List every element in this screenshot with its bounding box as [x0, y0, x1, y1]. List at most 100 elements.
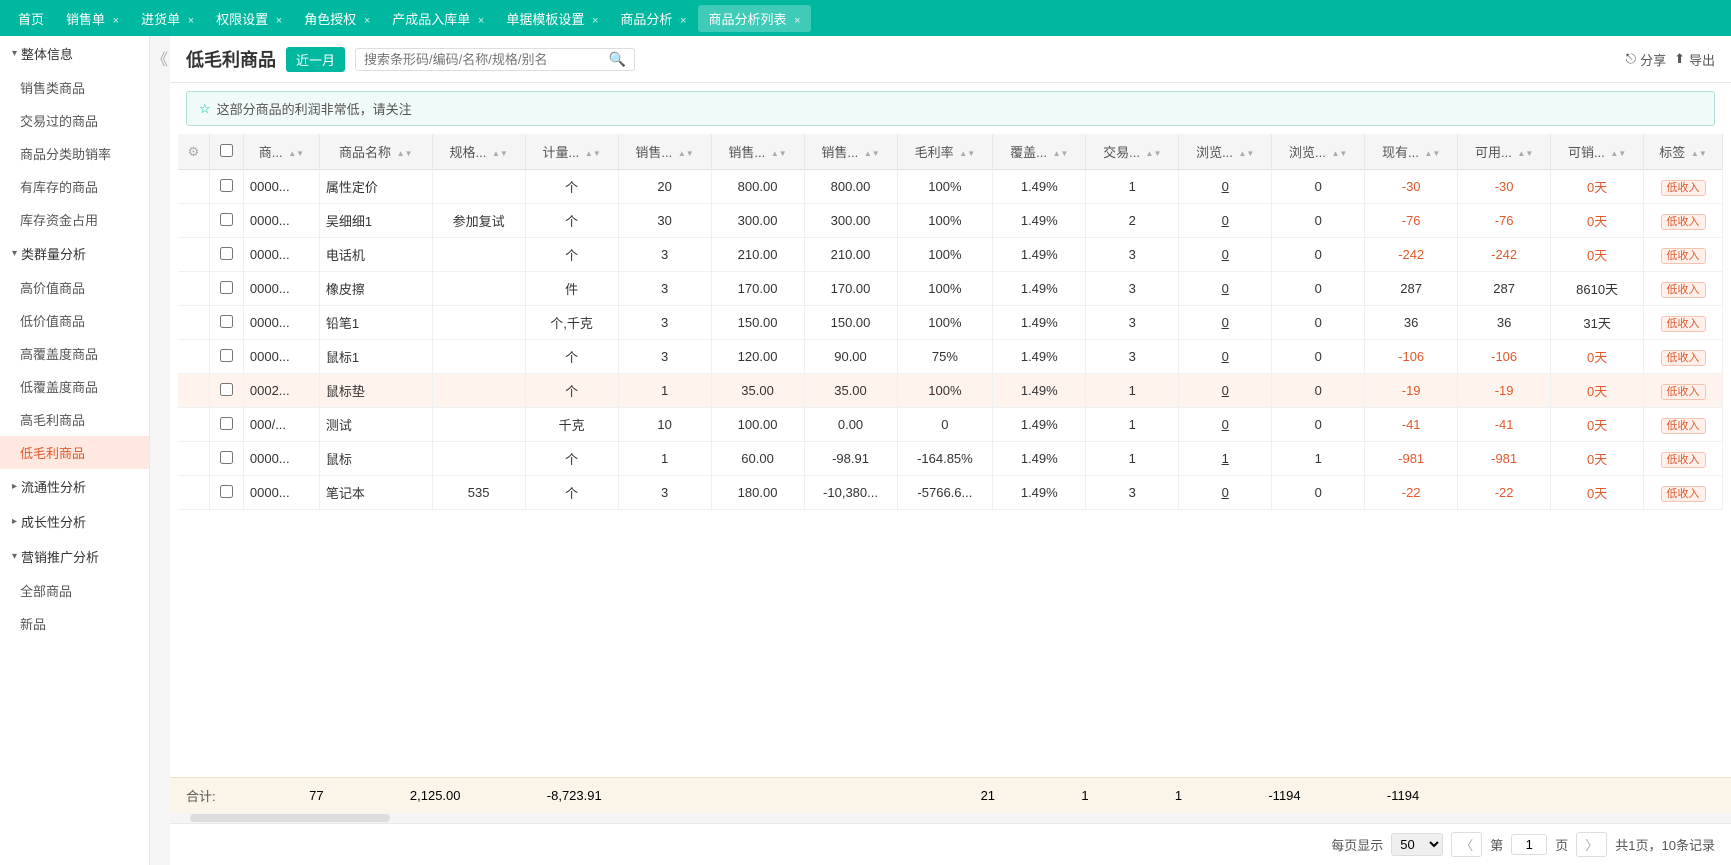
- row-select-checkbox[interactable]: [220, 281, 233, 294]
- col-checkbox[interactable]: [210, 134, 244, 170]
- row-view1[interactable]: 0: [1179, 340, 1272, 374]
- sidebar-item-low-value[interactable]: 低价值商品: [0, 304, 149, 337]
- page-num-input[interactable]: [1511, 834, 1547, 855]
- row-view1[interactable]: 0: [1179, 374, 1272, 408]
- nav-item-analysis[interactable]: 商品分析 ×: [610, 5, 696, 32]
- row-select-checkbox[interactable]: [220, 179, 233, 192]
- close-icon[interactable]: ×: [794, 15, 800, 27]
- sidebar-item-capital[interactable]: 库存资金占用: [0, 203, 149, 236]
- row-checkbox[interactable]: [210, 408, 244, 442]
- close-icon[interactable]: ×: [364, 15, 370, 27]
- search-icon[interactable]: 🔍: [609, 51, 626, 68]
- close-icon[interactable]: ×: [478, 15, 484, 27]
- row-checkbox[interactable]: [210, 476, 244, 510]
- view1-link[interactable]: 0: [1222, 349, 1229, 364]
- nav-item-home[interactable]: 首页: [8, 5, 54, 32]
- sidebar-item-low-margin[interactable]: 低毛利商品: [0, 436, 149, 469]
- filter-btn[interactable]: 近一月: [286, 47, 345, 72]
- view1-link[interactable]: 0: [1222, 247, 1229, 262]
- close-icon[interactable]: ×: [592, 15, 598, 27]
- row-checkbox[interactable]: [210, 340, 244, 374]
- col-sales-amount[interactable]: 销售... ▲▼: [804, 134, 897, 170]
- col-settings[interactable]: ⚙: [178, 134, 210, 170]
- sidebar-item-new-goods[interactable]: 新品: [0, 607, 149, 640]
- sidebar-item-category-rate[interactable]: 商品分类助销率: [0, 137, 149, 170]
- col-transaction[interactable]: 交易... ▲▼: [1086, 134, 1179, 170]
- col-name[interactable]: 商品名称 ▲▼: [319, 134, 432, 170]
- col-spec[interactable]: 规格... ▲▼: [432, 134, 525, 170]
- row-select-checkbox[interactable]: [220, 315, 233, 328]
- view1-link[interactable]: 0: [1222, 213, 1229, 228]
- sidebar-item-low-coverage[interactable]: 低覆盖度商品: [0, 370, 149, 403]
- share-button[interactable]: ⎋ 分享: [1626, 50, 1666, 69]
- col-sellable[interactable]: 可销... ▲▼: [1551, 134, 1644, 170]
- row-checkbox[interactable]: [210, 306, 244, 340]
- export-button[interactable]: ⬆ 导出: [1674, 50, 1715, 69]
- nav-item-analysis-list[interactable]: 商品分析列表 ×: [698, 5, 810, 32]
- row-select-checkbox[interactable]: [220, 417, 233, 430]
- nav-item-sales[interactable]: 销售单 ×: [56, 5, 129, 32]
- sidebar-section-growth[interactable]: ▸ 成长性分析: [0, 504, 149, 539]
- view1-link[interactable]: 0: [1222, 383, 1229, 398]
- row-select-checkbox[interactable]: [220, 349, 233, 362]
- row-select-checkbox[interactable]: [220, 485, 233, 498]
- row-checkbox[interactable]: [210, 170, 244, 204]
- sidebar-item-all-goods[interactable]: 全部商品: [0, 574, 149, 607]
- row-checkbox[interactable]: [210, 374, 244, 408]
- search-input[interactable]: [364, 52, 609, 67]
- row-view1[interactable]: 0: [1179, 408, 1272, 442]
- row-select-checkbox[interactable]: [220, 383, 233, 396]
- row-view1[interactable]: 1: [1179, 442, 1272, 476]
- row-select-checkbox[interactable]: [220, 213, 233, 226]
- col-tag[interactable]: 标签 ▲▼: [1644, 134, 1723, 170]
- view1-link[interactable]: 0: [1222, 417, 1229, 432]
- nav-item-permission[interactable]: 权限设置 ×: [206, 5, 292, 32]
- nav-item-role[interactable]: 角色授权 ×: [294, 5, 380, 32]
- col-sales-qty[interactable]: 销售... ▲▼: [618, 134, 711, 170]
- sidebar-section-group[interactable]: ▾ 类群量分析: [0, 236, 149, 271]
- sidebar-section-marketing[interactable]: ▾ 营销推广分析: [0, 539, 149, 574]
- nav-item-template[interactable]: 单据模板设置 ×: [496, 5, 608, 32]
- sidebar-item-traded-goods[interactable]: 交易过的商品: [0, 104, 149, 137]
- sidebar-section-circulation[interactable]: ▸ 流通性分析: [0, 469, 149, 504]
- col-available[interactable]: 可用... ▲▼: [1458, 134, 1551, 170]
- row-view1[interactable]: 0: [1179, 238, 1272, 272]
- view1-link[interactable]: 0: [1222, 315, 1229, 330]
- row-view1[interactable]: 0: [1179, 476, 1272, 510]
- per-page-select[interactable]: 50 100 200: [1391, 833, 1443, 856]
- scrollbar-thumb[interactable]: [190, 814, 390, 822]
- sidebar-section-overview[interactable]: ▾ 整体信息: [0, 36, 149, 71]
- sidebar-item-sales-goods[interactable]: 销售类商品: [0, 71, 149, 104]
- col-unit[interactable]: 计量... ▲▼: [525, 134, 618, 170]
- close-icon[interactable]: ×: [276, 15, 282, 27]
- view1-link[interactable]: 1: [1222, 451, 1229, 466]
- view1-link[interactable]: 0: [1222, 281, 1229, 296]
- sidebar-collapse-btn[interactable]: 《: [150, 36, 170, 865]
- row-view1[interactable]: 0: [1179, 306, 1272, 340]
- nav-item-product[interactable]: 产成品入库单 ×: [382, 5, 494, 32]
- next-page-btn[interactable]: 〉: [1576, 832, 1607, 857]
- row-view1[interactable]: 0: [1179, 204, 1272, 238]
- col-stock[interactable]: 现有... ▲▼: [1365, 134, 1458, 170]
- close-icon[interactable]: ×: [680, 15, 686, 27]
- row-checkbox[interactable]: [210, 204, 244, 238]
- nav-item-purchase[interactable]: 进货单 ×: [131, 5, 204, 32]
- row-select-checkbox[interactable]: [220, 247, 233, 260]
- row-select-checkbox[interactable]: [220, 451, 233, 464]
- select-all-checkbox[interactable]: [220, 144, 233, 157]
- col-view1[interactable]: 浏览... ▲▼: [1179, 134, 1272, 170]
- col-view2[interactable]: 浏览... ▲▼: [1272, 134, 1365, 170]
- table-container[interactable]: ⚙ 商... ▲▼ 商品名称 ▲▼ 规格... ▲▼ 计量... ▲▼ 销售..…: [170, 134, 1731, 777]
- row-checkbox[interactable]: [210, 442, 244, 476]
- row-view1[interactable]: 0: [1179, 170, 1272, 204]
- sidebar-item-high-value[interactable]: 高价值商品: [0, 271, 149, 304]
- col-coverage[interactable]: 覆盖... ▲▼: [993, 134, 1086, 170]
- sidebar-item-high-margin[interactable]: 高毛利商品: [0, 403, 149, 436]
- col-sales-price[interactable]: 销售... ▲▼: [711, 134, 804, 170]
- row-checkbox[interactable]: [210, 238, 244, 272]
- close-icon[interactable]: ×: [188, 15, 194, 27]
- sidebar-item-in-stock[interactable]: 有库存的商品: [0, 170, 149, 203]
- view1-link[interactable]: 0: [1222, 179, 1229, 194]
- row-view1[interactable]: 0: [1179, 272, 1272, 306]
- col-code[interactable]: 商... ▲▼: [243, 134, 319, 170]
